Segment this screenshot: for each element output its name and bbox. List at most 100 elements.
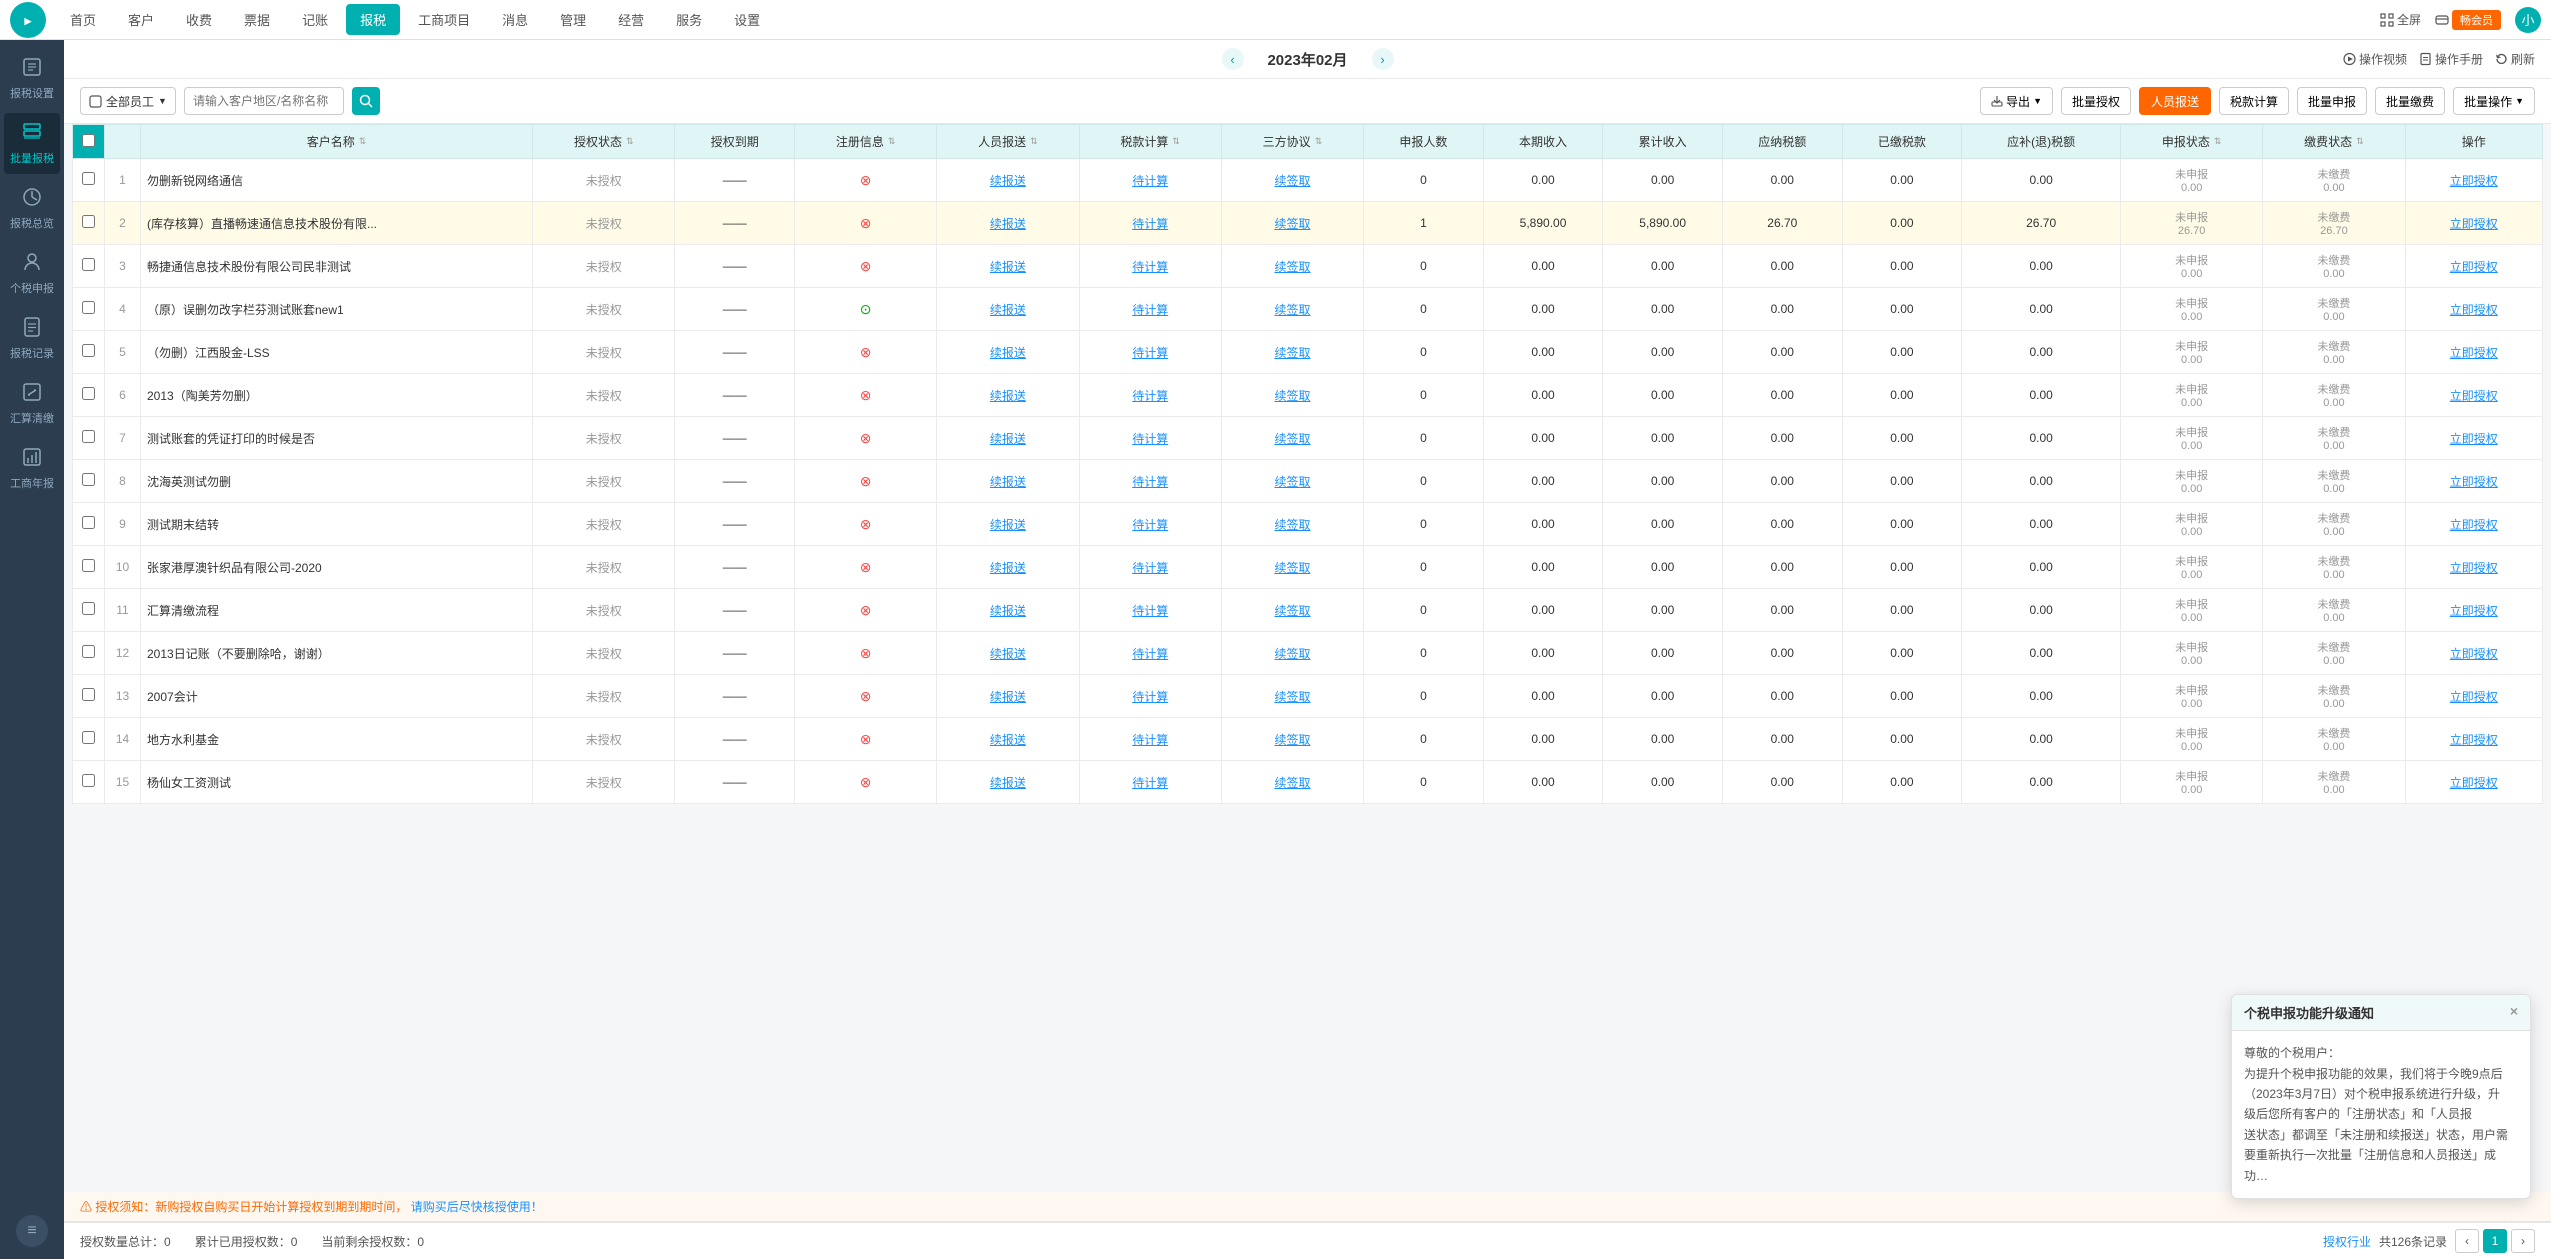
row-checkbox[interactable]	[82, 688, 95, 701]
row-person-report-cell[interactable]: 续报送	[937, 718, 1079, 761]
export-btn[interactable]: 导出 ▼	[1980, 87, 2053, 115]
th-reg-info[interactable]: 注册信息 ⇅	[795, 125, 937, 159]
row-person-report-cell[interactable]: 续报送	[937, 460, 1079, 503]
row-person-report-cell[interactable]: 续报送	[937, 202, 1079, 245]
search-input[interactable]	[184, 87, 344, 115]
staff-filter-select[interactable]: 全部员工 ▼	[80, 87, 176, 115]
row-checkbox[interactable]	[82, 301, 95, 314]
user-avatar[interactable]: 小	[2515, 7, 2541, 33]
th-checkbox[interactable]	[73, 125, 105, 159]
row-checkbox-cell[interactable]	[73, 632, 105, 675]
row-triparty-cell[interactable]: 续签取	[1221, 245, 1363, 288]
row-triparty-cell[interactable]: 续签取	[1221, 546, 1363, 589]
search-button[interactable]	[352, 87, 380, 115]
row-action-cell[interactable]: 立即授权	[2405, 245, 2542, 288]
prev-month-btn[interactable]: ‹	[1222, 48, 1244, 70]
auth-history-link[interactable]: 授权行业	[2323, 1233, 2371, 1250]
row-checkbox[interactable]	[82, 559, 95, 572]
row-action-cell[interactable]: 立即授权	[2405, 632, 2542, 675]
nav-customer[interactable]: 客户	[114, 4, 168, 35]
row-action-cell[interactable]: 立即授权	[2405, 718, 2542, 761]
row-person-report-cell[interactable]: 续报送	[937, 632, 1079, 675]
row-checkbox[interactable]	[82, 473, 95, 486]
nav-invoice[interactable]: 票据	[230, 4, 284, 35]
row-tax-calc-cell[interactable]: 待计算	[1079, 331, 1221, 374]
nav-service[interactable]: 服务	[662, 4, 716, 35]
row-tax-calc-cell[interactable]: 待计算	[1079, 159, 1221, 202]
th-person-report[interactable]: 人员报送 ⇅	[937, 125, 1079, 159]
row-checkbox[interactable]	[82, 516, 95, 529]
row-checkbox-cell[interactable]	[73, 460, 105, 503]
nav-business[interactable]: 工商项目	[404, 4, 484, 35]
row-person-report-cell[interactable]: 续报送	[937, 503, 1079, 546]
operation-manual-btn[interactable]: 操作手册	[2419, 51, 2483, 68]
row-checkbox-cell[interactable]	[73, 288, 105, 331]
row-checkbox[interactable]	[82, 731, 95, 744]
row-triparty-cell[interactable]: 续签取	[1221, 417, 1363, 460]
row-triparty-cell[interactable]: 续签取	[1221, 202, 1363, 245]
row-triparty-cell[interactable]: 续签取	[1221, 632, 1363, 675]
sidebar-bottom-icon[interactable]: ≡	[16, 1215, 48, 1247]
row-checkbox-cell[interactable]	[73, 761, 105, 804]
row-action-cell[interactable]: 立即授权	[2405, 675, 2542, 718]
row-checkbox[interactable]	[82, 215, 95, 228]
row-checkbox-cell[interactable]	[73, 503, 105, 546]
row-person-report-cell[interactable]: 续报送	[937, 675, 1079, 718]
row-action-cell[interactable]: 立即授权	[2405, 288, 2542, 331]
row-action-cell[interactable]: 立即授权	[2405, 331, 2542, 374]
nav-setting[interactable]: 设置	[720, 4, 774, 35]
sidebar-item-tax-overview[interactable]: 报税总览	[4, 178, 60, 239]
row-checkbox[interactable]	[82, 344, 95, 357]
sidebar-item-annual-report[interactable]: 工商年报	[4, 438, 60, 499]
row-checkbox[interactable]	[82, 258, 95, 271]
row-triparty-cell[interactable]: 续签取	[1221, 761, 1363, 804]
next-month-btn[interactable]: ›	[1372, 48, 1394, 70]
row-action-cell[interactable]: 立即授权	[2405, 460, 2542, 503]
row-triparty-cell[interactable]: 续签取	[1221, 374, 1363, 417]
row-person-report-cell[interactable]: 续报送	[937, 417, 1079, 460]
row-action-cell[interactable]: 立即授权	[2405, 546, 2542, 589]
th-tax-calc[interactable]: 税款计算 ⇅	[1079, 125, 1221, 159]
row-triparty-cell[interactable]: 续签取	[1221, 288, 1363, 331]
row-action-cell[interactable]: 立即授权	[2405, 159, 2542, 202]
row-checkbox[interactable]	[82, 430, 95, 443]
row-person-report-cell[interactable]: 续报送	[937, 374, 1079, 417]
row-person-report-cell[interactable]: 续报送	[937, 589, 1079, 632]
th-triparty[interactable]: 三方协议 ⇅	[1221, 125, 1363, 159]
select-all-checkbox[interactable]	[82, 134, 95, 147]
nav-message[interactable]: 消息	[488, 4, 542, 35]
nav-home[interactable]: 首页	[56, 4, 110, 35]
row-checkbox[interactable]	[82, 602, 95, 615]
row-triparty-cell[interactable]: 续签取	[1221, 503, 1363, 546]
row-person-report-cell[interactable]: 续报送	[937, 288, 1079, 331]
tax-calc-btn[interactable]: 税款计算	[2219, 87, 2289, 115]
row-person-report-cell[interactable]: 续报送	[937, 245, 1079, 288]
row-triparty-cell[interactable]: 续签取	[1221, 589, 1363, 632]
row-checkbox-cell[interactable]	[73, 675, 105, 718]
page-1-btn[interactable]: 1	[2483, 1229, 2507, 1253]
row-checkbox-cell[interactable]	[73, 331, 105, 374]
row-checkbox-cell[interactable]	[73, 718, 105, 761]
row-person-report-cell[interactable]: 续报送	[937, 159, 1079, 202]
notification-close-btn[interactable]: ×	[2510, 1003, 2518, 1022]
row-tax-calc-cell[interactable]: 待计算	[1079, 546, 1221, 589]
row-checkbox[interactable]	[82, 172, 95, 185]
row-action-cell[interactable]: 立即授权	[2405, 374, 2542, 417]
sidebar-item-personal-tax[interactable]: 个税申报	[4, 243, 60, 304]
row-tax-calc-cell[interactable]: 待计算	[1079, 675, 1221, 718]
row-action-cell[interactable]: 立即授权	[2405, 589, 2542, 632]
row-checkbox-cell[interactable]	[73, 159, 105, 202]
row-checkbox-cell[interactable]	[73, 417, 105, 460]
batch-pay-btn[interactable]: 批量缴费	[2375, 87, 2445, 115]
row-triparty-cell[interactable]: 续签取	[1221, 460, 1363, 503]
nav-manage[interactable]: 管理	[546, 4, 600, 35]
row-checkbox-cell[interactable]	[73, 546, 105, 589]
row-checkbox-cell[interactable]	[73, 245, 105, 288]
row-action-cell[interactable]: 立即授权	[2405, 202, 2542, 245]
row-tax-calc-cell[interactable]: 待计算	[1079, 632, 1221, 675]
row-tax-calc-cell[interactable]: 待计算	[1079, 374, 1221, 417]
batch-report-btn[interactable]: 批量申报	[2297, 87, 2367, 115]
row-triparty-cell[interactable]: 续签取	[1221, 331, 1363, 374]
row-tax-calc-cell[interactable]: 待计算	[1079, 417, 1221, 460]
fullscreen-btn[interactable]: 全屏	[2380, 11, 2421, 28]
